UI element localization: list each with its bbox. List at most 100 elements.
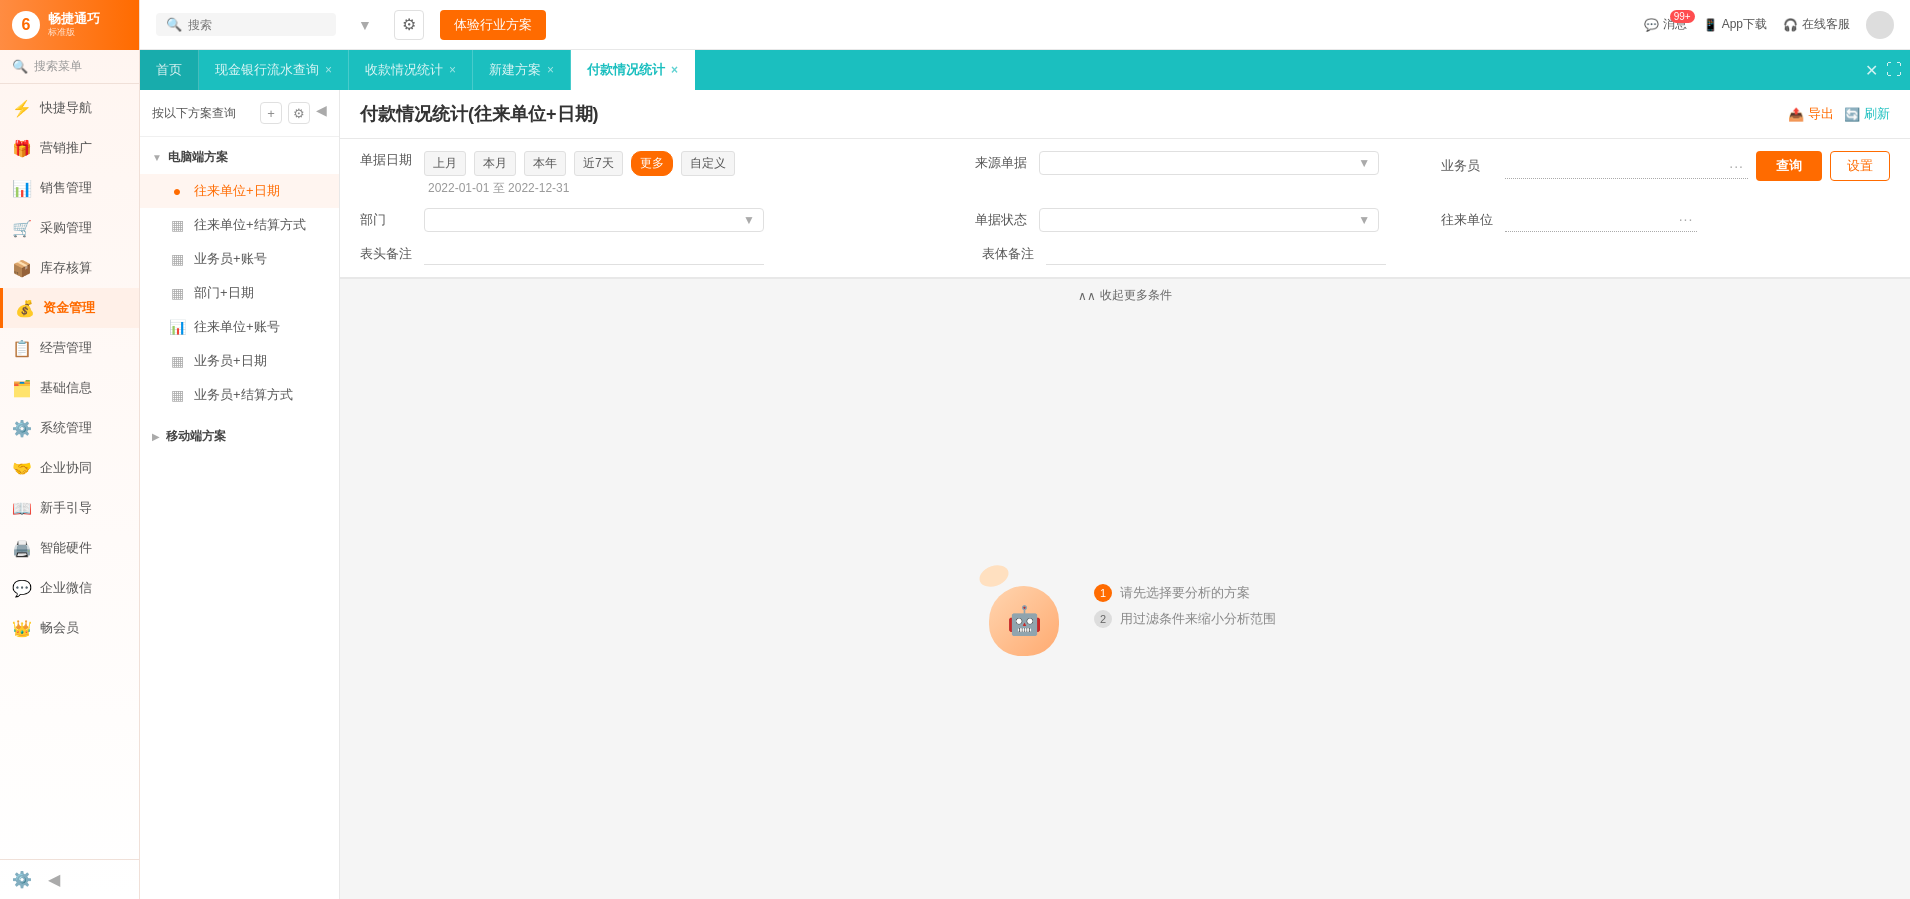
sidebar-item-purchase[interactable]: 🛒 采购管理 [0, 208, 139, 248]
purchase-icon: 🛒 [12, 218, 32, 238]
doc-status-select[interactable]: ▼ [1039, 208, 1379, 232]
sidebar-search[interactable]: 🔍 搜索菜单 [0, 50, 139, 84]
sidebar-settings-icon[interactable]: ⚙️ [12, 870, 32, 889]
search-icon: 🔍 [12, 59, 28, 74]
sidebar-item-inventory[interactable]: 📦 库存核算 [0, 248, 139, 288]
plan-item-staff-settlement[interactable]: ▦ 业务员+结算方式 [140, 378, 339, 412]
sidebar-item-operations[interactable]: 📋 经营管理 [0, 328, 139, 368]
sidebar-bottom: ⚙️ ◀ [0, 859, 139, 899]
page-title: 付款情况统计(往来单位+日期) [360, 102, 599, 126]
dept-select[interactable]: ▼ [424, 208, 764, 232]
header-note-input[interactable] [424, 242, 764, 265]
plan-item-staff-account[interactable]: ▦ 业务员+账号 [140, 242, 339, 276]
sidebar-item-basic[interactable]: 🗂️ 基础信息 [0, 368, 139, 408]
sidebar-item-finance[interactable]: 💰 资金管理 [0, 288, 139, 328]
page-header-actions: 📤 导出 🔄 刷新 [1788, 105, 1890, 123]
sidebar-item-quick-nav[interactable]: ⚡ 快捷导航 [0, 88, 139, 128]
search-input[interactable] [188, 18, 308, 32]
sidebar-menu: ⚡ 快捷导航 🎁 营销推广 📊 销售管理 🛒 采购管理 📦 库存核算 💰 资金管… [0, 84, 139, 859]
tab-bank-flow[interactable]: 现金银行流水查询 × [199, 50, 349, 90]
date-btn-last-month[interactable]: 上月 [424, 151, 466, 176]
empty-state: 🤖 1 请先选择要分析的方案 2 用过滤条件来缩小分析范围 [340, 312, 1910, 899]
bank-flow-tab-close[interactable]: × [325, 63, 332, 77]
tab-new-plan[interactable]: 新建方案 × [473, 50, 571, 90]
header-note-label: 表头备注 [360, 245, 416, 263]
sidebar-item-hardware[interactable]: 🖨️ 智能硬件 [0, 528, 139, 568]
sidebar-item-sales[interactable]: 📊 销售管理 [0, 168, 139, 208]
right-panel: 付款情况统计(往来单位+日期) 📤 导出 🔄 刷新 [340, 90, 1910, 899]
refresh-btn[interactable]: 🔄 刷新 [1844, 105, 1890, 123]
sidebar-collapse-icon[interactable]: ◀ [48, 870, 60, 889]
date-btn-this-year[interactable]: 本年 [524, 151, 566, 176]
body-note-label: 表体备注 [982, 245, 1038, 263]
header-search-box[interactable]: 🔍 [156, 13, 336, 36]
sidebar-item-member[interactable]: 👑 畅会员 [0, 608, 139, 648]
payment-stat-tab-close[interactable]: × [671, 63, 678, 77]
tab-maximize-btn[interactable]: ⛶ [1886, 61, 1902, 79]
plan-settings-btn[interactable]: ⚙ [288, 102, 310, 124]
message-btn[interactable]: 💬 消息 99+ [1644, 16, 1687, 33]
plan-item-partner-settlement[interactable]: ▦ 往来单位+结算方式 [140, 208, 339, 242]
dept-label: 部门 [360, 211, 416, 229]
app-download-btn[interactable]: 📱 App下载 [1703, 16, 1767, 33]
tip-num-2: 2 [1094, 610, 1112, 628]
main-content: 🔍 ▼ ⚙ 体验行业方案 💬 消息 99+ 📱 App下载 🎧 在线客服 [140, 0, 1910, 899]
left-panel-collapse-btn[interactable]: ◀ [316, 102, 327, 124]
desktop-plan-group: ▼ 电脑端方案 ● 往来单位+日期 ▦ 往来单位+结算方式 ▦ 业务员+账号 ▦ [140, 137, 339, 416]
salesperson-select[interactable]: ··· [1505, 154, 1748, 179]
sidebar-item-company[interactable]: 🤝 企业协同 [0, 448, 139, 488]
plan-icon-dept-date: ▦ [168, 284, 186, 302]
date-label: 单据日期 [360, 151, 416, 169]
search-dropdown-btn[interactable]: ▼ [352, 12, 378, 38]
sidebar-item-wechat[interactable]: 💬 企业微信 [0, 568, 139, 608]
salesperson-dots-btn[interactable]: ··· [1729, 158, 1744, 174]
header-settings-btn[interactable]: ⚙ [394, 10, 424, 40]
plan-item-staff-date[interactable]: ▦ 业务员+日期 [140, 344, 339, 378]
tip-num-1: 1 [1094, 584, 1112, 602]
home-tab-label: 首页 [156, 61, 182, 79]
date-btn-custom[interactable]: 自定义 [681, 151, 735, 176]
date-btn-more[interactable]: 更多 [631, 151, 673, 176]
sidebar-item-system[interactable]: ⚙️ 系统管理 [0, 408, 139, 448]
guide-icon: 📖 [12, 498, 32, 518]
left-panel-title: 按以下方案查询 [152, 105, 236, 122]
partner-select[interactable]: ··· [1505, 207, 1698, 232]
tab-receipt-stat[interactable]: 收款情况统计 × [349, 50, 473, 90]
tab-home[interactable]: 首页 [140, 50, 199, 90]
query-btn[interactable]: 查询 [1756, 151, 1822, 181]
date-btn-this-month[interactable]: 本月 [474, 151, 516, 176]
partner-dots-btn[interactable]: ··· [1679, 211, 1694, 227]
source-select[interactable]: ▼ [1039, 151, 1379, 175]
new-plan-tab-close[interactable]: × [547, 63, 554, 77]
doc-status-arrow: ▼ [1358, 213, 1370, 227]
user-avatar[interactable] [1866, 11, 1894, 39]
plan-icon-partner-account: 📊 [168, 318, 186, 336]
empty-state-tips: 1 请先选择要分析的方案 2 用过滤条件来缩小分析范围 [1094, 584, 1276, 628]
content-area: 按以下方案查询 + ⚙ ◀ ▼ 电脑端方案 ● 往来单位+日期 ▦ [140, 90, 1910, 899]
tab-close-all-btn[interactable]: ✕ [1865, 61, 1878, 80]
body-note-input[interactable] [1046, 242, 1386, 265]
sidebar-item-guide[interactable]: 📖 新手引导 [0, 488, 139, 528]
tab-payment-stat[interactable]: 付款情况统计 × [571, 50, 695, 90]
filter-settings-btn[interactable]: 设置 [1830, 151, 1890, 181]
mobile-group-title[interactable]: ▶ 移动端方案 [140, 420, 339, 453]
online-service-btn[interactable]: 🎧 在线客服 [1783, 16, 1850, 33]
sidebar-item-marketing[interactable]: 🎁 营销推广 [0, 128, 139, 168]
trial-btn[interactable]: 体验行业方案 [440, 10, 546, 40]
date-btn-7days[interactable]: 近7天 [574, 151, 623, 176]
payment-stat-tab-label: 付款情况统计 [587, 61, 665, 79]
desktop-group-title[interactable]: ▼ 电脑端方案 [140, 141, 339, 174]
member-icon: 👑 [12, 618, 32, 638]
plan-item-partner-account[interactable]: 📊 往来单位+账号 [140, 310, 339, 344]
logo-icon: 6 [12, 11, 40, 39]
plan-item-partner-date[interactable]: ● 往来单位+日期 [140, 174, 339, 208]
collapse-more-btn[interactable]: ∧∧ 收起更多条件 [340, 278, 1910, 312]
logo-text: 畅捷通巧 标准版 [48, 11, 100, 40]
add-plan-btn[interactable]: + [260, 102, 282, 124]
plan-item-dept-date[interactable]: ▦ 部门+日期 [140, 276, 339, 310]
export-btn[interactable]: 📤 导出 [1788, 105, 1834, 123]
receipt-stat-tab-close[interactable]: × [449, 63, 456, 77]
mobile-plan-group: ▶ 移动端方案 [140, 416, 339, 457]
doc-status-label: 单据状态 [975, 211, 1031, 229]
export-icon: 📤 [1788, 107, 1804, 122]
